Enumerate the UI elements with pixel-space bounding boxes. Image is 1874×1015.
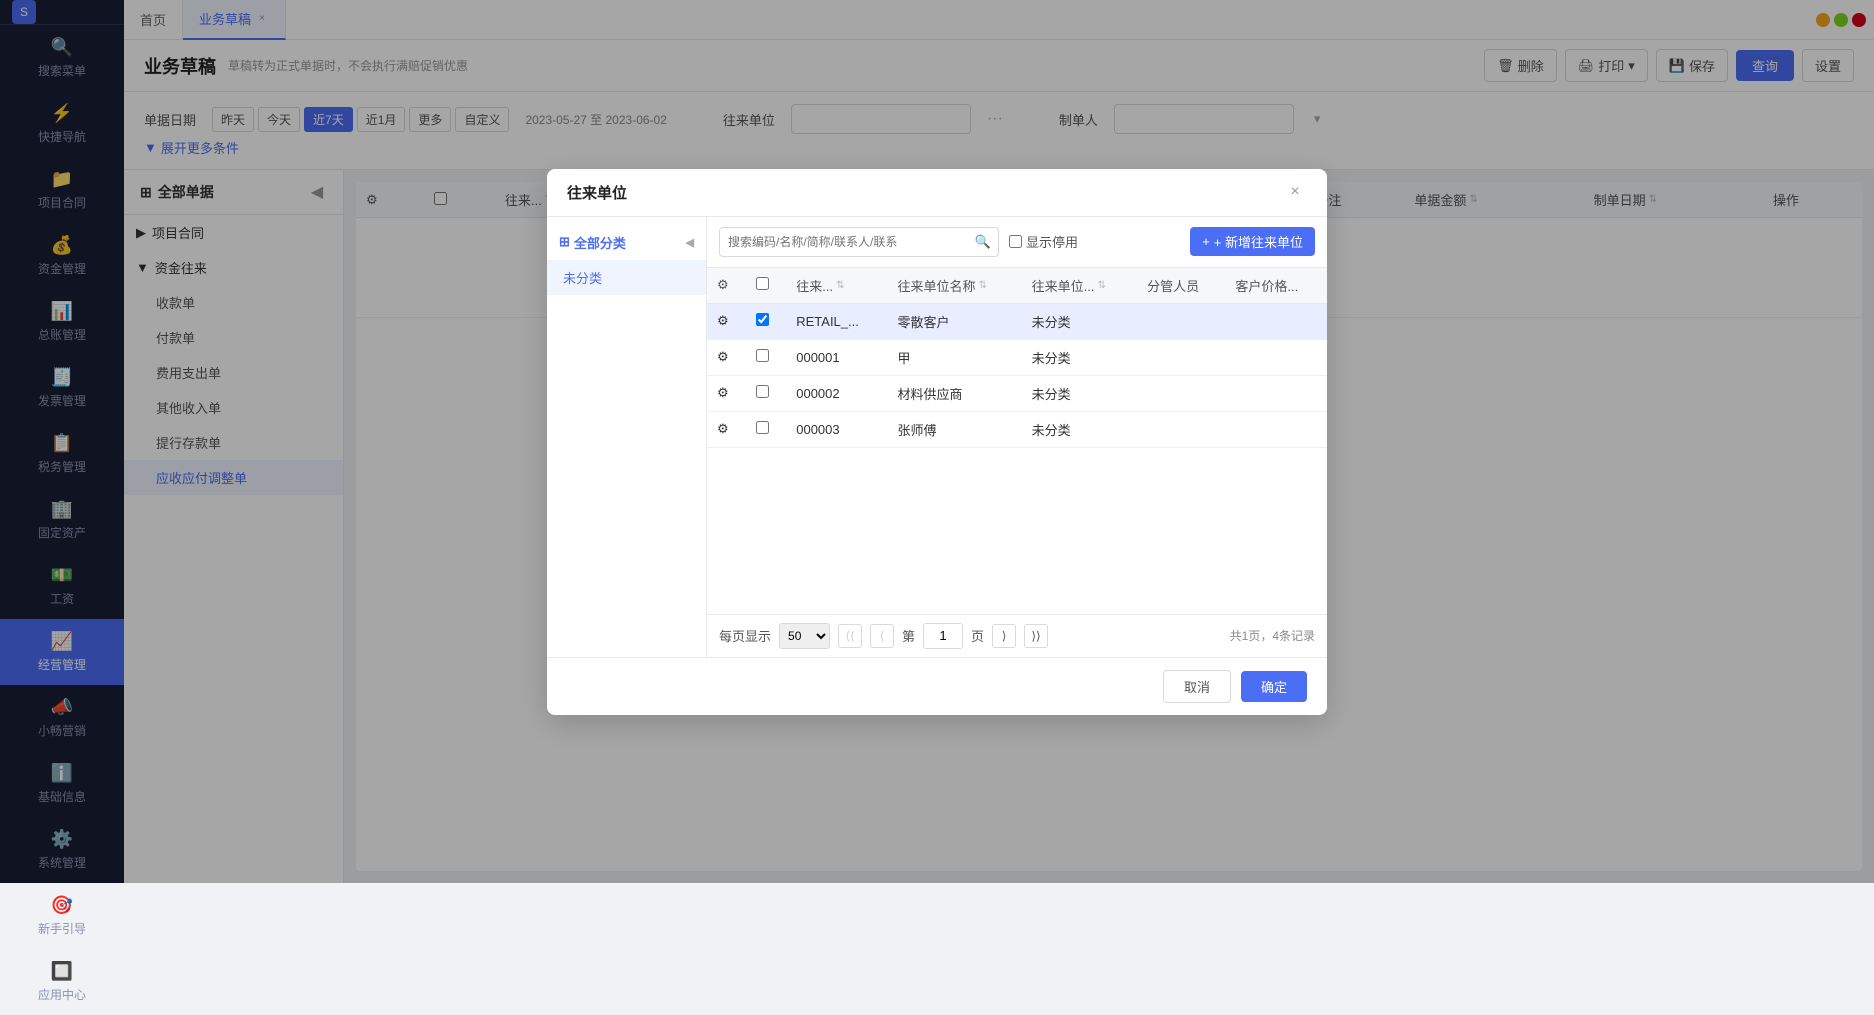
table-row[interactable]: ⚙ 000003 张师傅 未分类 (707, 411, 1327, 447)
row-price (1225, 411, 1327, 447)
row-category: 未分类 (1022, 339, 1138, 375)
row-manager (1137, 411, 1225, 447)
sidebar-item-app-center[interactable]: 🔲 应用中心 (0, 949, 124, 1015)
page-size-select[interactable]: 50 20 100 (779, 623, 830, 649)
sidebar-item-label: 应用中心 (38, 986, 86, 1003)
row-category: 未分类 (1022, 375, 1138, 411)
dialog-counterpart: 往来单位 × ⊞ 全部分类 ◀ 未分类 🔍 (547, 169, 1327, 715)
show-inactive-checkbox[interactable] (1009, 235, 1022, 248)
dialog-col-check (746, 268, 786, 304)
row-category: 未分类 (1022, 303, 1138, 339)
dialog-col-settings: ⚙ (707, 268, 746, 304)
dialog-col-category: 往来单位... ⇅ (1022, 268, 1138, 304)
sidebar-item-guide[interactable]: 🎯 新手引导 (0, 883, 124, 949)
row-code: 000001 (786, 339, 887, 375)
table-row[interactable]: ⚙ 000001 甲 未分类 (707, 339, 1327, 375)
row-checkbox[interactable] (746, 375, 786, 411)
page-input[interactable] (923, 623, 963, 649)
row-settings: ⚙ (707, 339, 746, 375)
row-settings: ⚙ (707, 375, 746, 411)
row-price (1225, 303, 1327, 339)
dialog-close-btn[interactable]: × (1283, 180, 1307, 204)
row-code: 000002 (786, 375, 887, 411)
row-name: 材料供应商 (888, 375, 1022, 411)
row-name: 甲 (888, 339, 1022, 375)
page-first-btn[interactable]: ⟨⟨ (838, 624, 862, 648)
dialog-right-panel: 🔍 显示停用 + + 新增往来单位 ⚙ (707, 217, 1327, 657)
show-inactive-label: 显示停用 (1009, 232, 1078, 251)
dialog-table: ⚙ 往来... ⇅ 往来单位名称 ⇅ 往来单位... ⇅ 分管人员 客户价格..… (707, 268, 1327, 448)
row-price (1225, 375, 1327, 411)
grid-icon-dialog: ⊞ (559, 234, 570, 250)
dialog-col-manager: 分管人员 (1137, 268, 1225, 304)
dialog-header: 往来单位 × (547, 169, 1327, 217)
dialog-actions: 取消 确定 (547, 657, 1327, 715)
modal-overlay: 往来单位 × ⊞ 全部分类 ◀ 未分类 🔍 (0, 0, 1874, 883)
row-name: 张师傅 (888, 411, 1022, 447)
row-price (1225, 339, 1327, 375)
row-checkbox[interactable] (746, 339, 786, 375)
row-manager (1137, 375, 1225, 411)
app-center-icon: 🔲 (51, 961, 73, 982)
dialog-cancel-btn[interactable]: 取消 (1163, 670, 1231, 703)
dialog-left-item-unclassified[interactable]: 未分类 (547, 260, 706, 295)
dialog-left-panel: ⊞ 全部分类 ◀ 未分类 (547, 217, 707, 657)
table-row[interactable]: ⚙ 000002 材料供应商 未分类 (707, 375, 1327, 411)
dialog-col-code: 往来... ⇅ (786, 268, 887, 304)
row-code: RETAIL_... (786, 303, 887, 339)
search-icon: 🔍 (975, 234, 991, 250)
total-info: 共1页，4条记录 (1230, 627, 1315, 644)
dialog-title: 往来单位 (567, 182, 627, 203)
new-counterpart-btn[interactable]: + + 新增往来单位 (1190, 227, 1315, 256)
row-code: 000003 (786, 411, 887, 447)
row-category: 未分类 (1022, 411, 1138, 447)
dialog-search-input[interactable] (719, 227, 999, 257)
row-manager (1137, 303, 1225, 339)
sidebar-item-label: 新手引导 (38, 920, 86, 937)
dialog-pagination: 每页显示 50 20 100 ⟨⟨ ⟨ 第 页 ⟩ ⟩⟩ 共1页，4条记录 (707, 614, 1327, 657)
page-prev-btn[interactable]: ⟨ (870, 624, 894, 648)
dialog-col-price: 客户价格... (1225, 268, 1327, 304)
page-next-btn[interactable]: ⟩ (992, 624, 1016, 648)
row-settings: ⚙ (707, 411, 746, 447)
page-last-btn[interactable]: ⟩⟩ (1024, 624, 1048, 648)
row-manager (1137, 339, 1225, 375)
plus-icon: + (1202, 234, 1210, 249)
dialog-left-header: ⊞ 全部分类 ◀ (547, 225, 706, 260)
guide-icon: 🎯 (51, 895, 73, 916)
dialog-body: ⊞ 全部分类 ◀ 未分类 🔍 显示停用 (547, 217, 1327, 657)
row-settings: ⚙ (707, 303, 746, 339)
dialog-confirm-btn[interactable]: 确定 (1241, 671, 1307, 702)
row-checkbox[interactable] (746, 303, 786, 339)
dialog-search-wrap: 🔍 (719, 227, 999, 257)
row-checkbox[interactable] (746, 411, 786, 447)
dialog-col-name: 往来单位名称 ⇅ (888, 268, 1022, 304)
table-row[interactable]: ⚙ RETAIL_... 零散客户 未分类 (707, 303, 1327, 339)
row-name: 零散客户 (888, 303, 1022, 339)
dialog-select-all[interactable] (756, 277, 769, 290)
dialog-table-wrap: ⚙ 往来... ⇅ 往来单位名称 ⇅ 往来单位... ⇅ 分管人员 客户价格..… (707, 268, 1327, 614)
dialog-left-toggle[interactable]: ◀ (686, 236, 694, 249)
dialog-toolbar: 🔍 显示停用 + + 新增往来单位 (707, 217, 1327, 268)
